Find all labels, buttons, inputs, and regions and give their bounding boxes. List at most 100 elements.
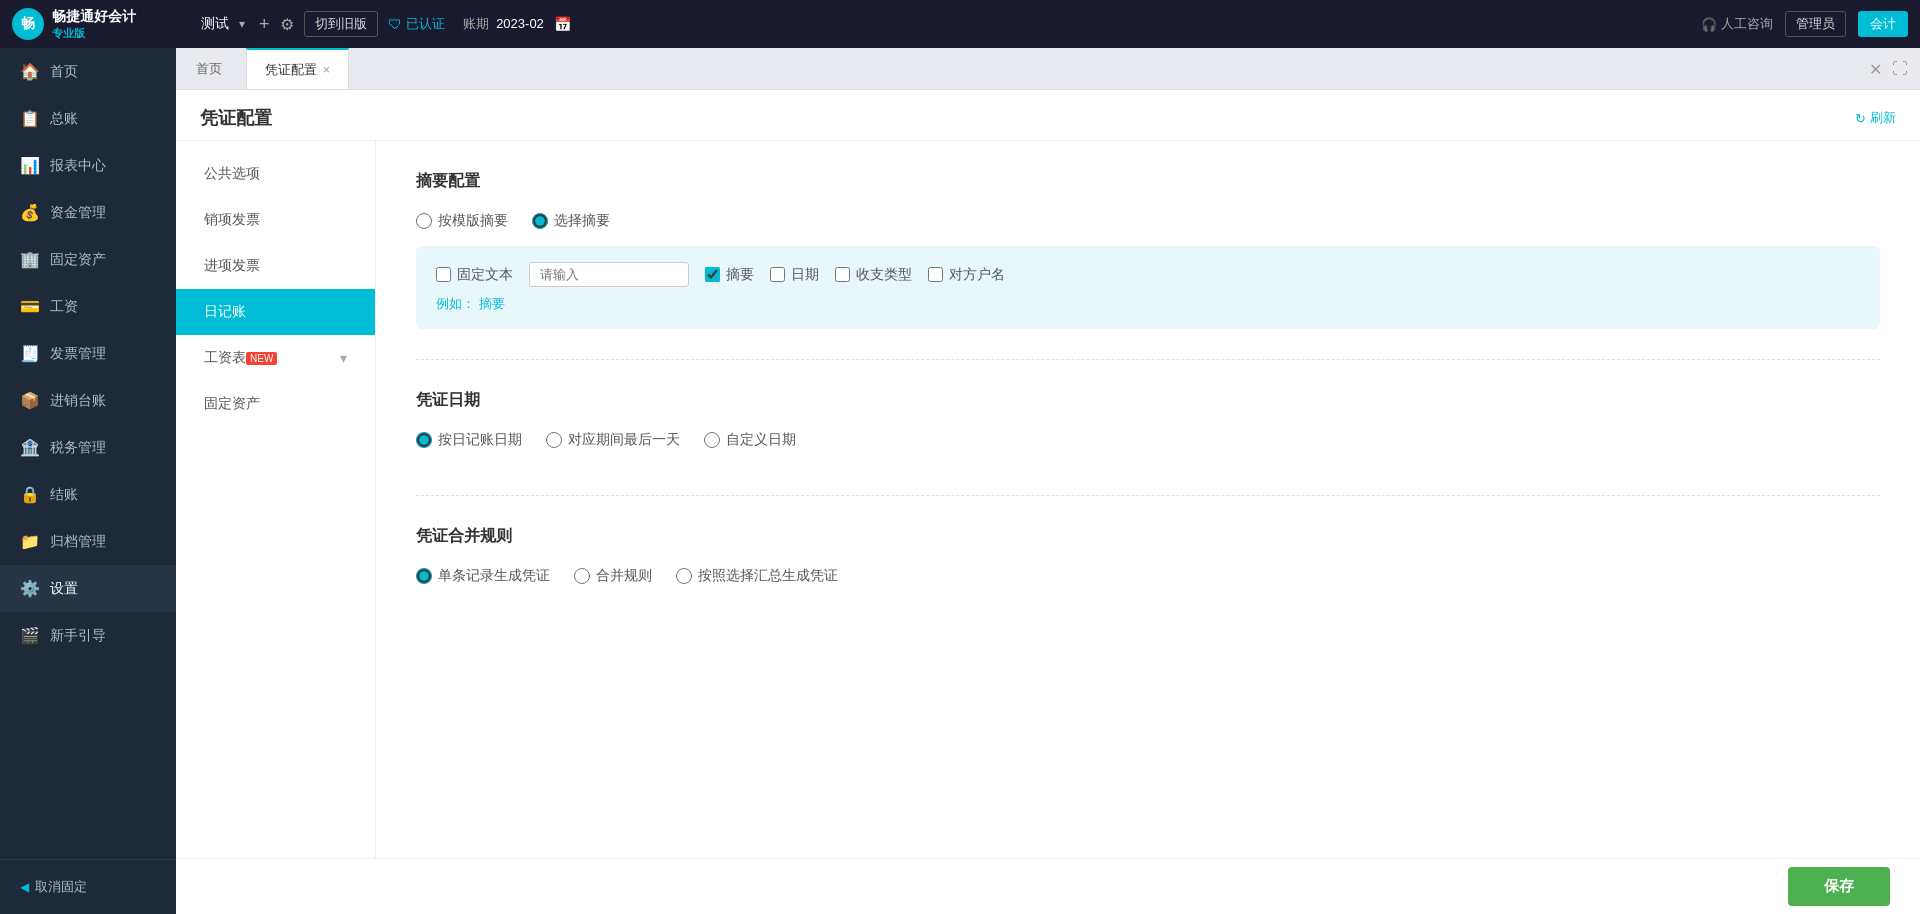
single-record-radio[interactable] — [416, 568, 432, 584]
sidebar-item-report[interactable]: 📊 报表中心 — [0, 142, 176, 189]
summary-checkbox[interactable] — [705, 267, 720, 282]
unfix-label: 取消固定 — [35, 878, 87, 896]
tab-voucher-config[interactable]: 凭证配置 × — [246, 48, 349, 89]
wage-icon: 💳 — [20, 297, 40, 316]
unfix-button[interactable]: ◀ 取消固定 — [16, 870, 160, 904]
example-value: 摘要 — [479, 296, 505, 311]
switch-old-button[interactable]: 切到旧版 — [304, 11, 378, 37]
chevron-down-icon: ▾ — [340, 350, 347, 366]
journal-date-option[interactable]: 按日记账日期 — [416, 431, 522, 449]
sidebar-item-tax[interactable]: 🏦 税务管理 — [0, 424, 176, 471]
summary-select-radio[interactable] — [532, 213, 548, 229]
sidebar-item-invoice[interactable]: 🧾 发票管理 — [0, 330, 176, 377]
guide-icon: 🎬 — [20, 626, 40, 645]
consult-button[interactable]: 🎧 人工咨询 — [1701, 15, 1773, 33]
headphone-icon: 🎧 — [1701, 17, 1717, 32]
tab-expand-button[interactable]: ⛶ — [1892, 60, 1908, 78]
page-header: 凭证配置 ↻ 刷新 — [176, 90, 1920, 141]
accountant-button[interactable]: 会计 — [1858, 11, 1908, 37]
left-nav-public[interactable]: 公共选项 — [176, 151, 375, 197]
sidebar-item-home[interactable]: 🏠 首页 — [0, 48, 176, 95]
date-checkbox[interactable] — [770, 267, 785, 282]
sidebar-item-label-asset: 固定资产 — [50, 251, 106, 269]
save-button[interactable]: 保存 — [1788, 867, 1890, 906]
period-label: 账期 2023-02 — [463, 15, 544, 33]
left-nav-salary-table[interactable]: 工资表 NEW ▾ — [176, 335, 375, 381]
sidebar-item-label-tax: 税务管理 — [50, 439, 106, 457]
archive-icon: 📁 — [20, 532, 40, 551]
page-content: 凭证配置 ↻ 刷新 公共选项 销项发票 进项发票 日记账 工资表 NEW — [176, 90, 1920, 914]
merge-rule-label: 合并规则 — [596, 567, 652, 585]
fixed-text-checkbox-label[interactable]: 固定文本 — [436, 266, 513, 284]
sidebar-item-close[interactable]: 🔒 结账 — [0, 471, 176, 518]
sidebar-item-asset[interactable]: 🏢 固定资产 — [0, 236, 176, 283]
merge-options-row: 单条记录生成凭证 合并规则 按照选择汇总生成凭证 — [416, 567, 1880, 585]
topbar: 畅 畅捷通好会计 专业版 测试 ▾ + ⚙ 切到旧版 🛡 已认证 账期 2023… — [0, 0, 1920, 48]
sidebar-item-label-home: 首页 — [50, 63, 78, 81]
settings-icon[interactable]: ⚙ — [280, 15, 294, 34]
fixed-text-input[interactable] — [529, 262, 689, 287]
merge-rule-radio[interactable] — [574, 568, 590, 584]
sidebar-item-wage[interactable]: 💳 工资 — [0, 283, 176, 330]
summary-template-option[interactable]: 按模版摘要 — [416, 212, 508, 230]
period-last-option[interactable]: 对应期间最后一天 — [546, 431, 680, 449]
counterparty-checkbox-label[interactable]: 对方户名 — [928, 266, 1005, 284]
summary-select-option[interactable]: 选择摘要 — [532, 212, 610, 230]
summary-section: 摘要配置 按模版摘要 选择摘要 — [416, 171, 1880, 360]
tab-close-button[interactable]: ✕ — [1869, 59, 1882, 78]
fixed-text-label: 固定文本 — [457, 266, 513, 284]
payment-type-checkbox-label[interactable]: 收支类型 — [835, 266, 912, 284]
sidebar-item-label-wage: 工资 — [50, 298, 78, 316]
company-dropdown-icon[interactable]: ▾ — [239, 17, 245, 31]
left-nav: 公共选项 销项发票 进项发票 日记账 工资表 NEW ▾ 固定资产 — [176, 141, 376, 858]
counterparty-label: 对方户名 — [949, 266, 1005, 284]
summary-checkbox-label[interactable]: 摘要 — [705, 266, 754, 284]
single-record-label: 单条记录生成凭证 — [438, 567, 550, 585]
sidebar-item-label-trade: 进销台账 — [50, 392, 106, 410]
summary-options-row: 按模版摘要 选择摘要 — [416, 212, 1880, 230]
select-summary-option[interactable]: 按照选择汇总生成凭证 — [676, 567, 838, 585]
summary-template-label: 按模版摘要 — [438, 212, 508, 230]
merge-title: 凭证合并规则 — [416, 526, 1880, 547]
left-nav-fixed-asset[interactable]: 固定资产 — [176, 381, 375, 427]
period-last-radio[interactable] — [546, 432, 562, 448]
select-summary-radio[interactable] — [676, 568, 692, 584]
refresh-button[interactable]: ↻ 刷新 — [1855, 109, 1896, 127]
sidebar-item-settings[interactable]: ⚙️ 设置 — [0, 565, 176, 612]
add-icon[interactable]: + — [259, 14, 270, 35]
calendar-icon[interactable]: 📅 — [554, 16, 571, 32]
manager-button[interactable]: 管理员 — [1785, 11, 1846, 37]
sidebar-item-trade[interactable]: 📦 进销台账 — [0, 377, 176, 424]
sidebar-item-fund[interactable]: 💰 资金管理 — [0, 189, 176, 236]
tab-close-icon[interactable]: × — [323, 63, 330, 77]
left-nav-sales[interactable]: 销项发票 — [176, 197, 375, 243]
tab-voucher-label: 凭证配置 — [265, 61, 317, 79]
single-record-option[interactable]: 单条记录生成凭证 — [416, 567, 550, 585]
journal-date-radio[interactable] — [416, 432, 432, 448]
sidebar-item-label-report: 报表中心 — [50, 157, 106, 175]
summary-config-box: 固定文本 摘要 日期 — [416, 246, 1880, 329]
counterparty-checkbox[interactable] — [928, 267, 943, 282]
trade-icon: 📦 — [20, 391, 40, 410]
left-nav-journal[interactable]: 日记账 — [176, 289, 375, 335]
invoice-icon: 🧾 — [20, 344, 40, 363]
date-checkbox-label[interactable]: 日期 — [770, 266, 819, 284]
summary-config-row: 固定文本 摘要 日期 — [436, 262, 1860, 287]
custom-date-label: 自定义日期 — [726, 431, 796, 449]
merge-rule-option[interactable]: 合并规则 — [574, 567, 652, 585]
sidebar-item-label-invoice: 发票管理 — [50, 345, 106, 363]
new-badge: NEW — [246, 352, 277, 365]
bottom-bar: 保存 — [176, 858, 1920, 914]
fixed-text-checkbox[interactable] — [436, 267, 451, 282]
tab-home[interactable]: 首页 — [176, 48, 242, 89]
summary-template-radio[interactable] — [416, 213, 432, 229]
sidebar-item-guide[interactable]: 🎬 新手引导 — [0, 612, 176, 659]
payment-type-checkbox[interactable] — [835, 267, 850, 282]
left-nav-purchase[interactable]: 进项发票 — [176, 243, 375, 289]
refresh-icon: ↻ — [1855, 111, 1866, 126]
custom-date-radio[interactable] — [704, 432, 720, 448]
sidebar-item-archive[interactable]: 📁 归档管理 — [0, 518, 176, 565]
custom-date-option[interactable]: 自定义日期 — [704, 431, 796, 449]
summary-label: 摘要 — [726, 266, 754, 284]
sidebar-item-ledger[interactable]: 📋 总账 — [0, 95, 176, 142]
